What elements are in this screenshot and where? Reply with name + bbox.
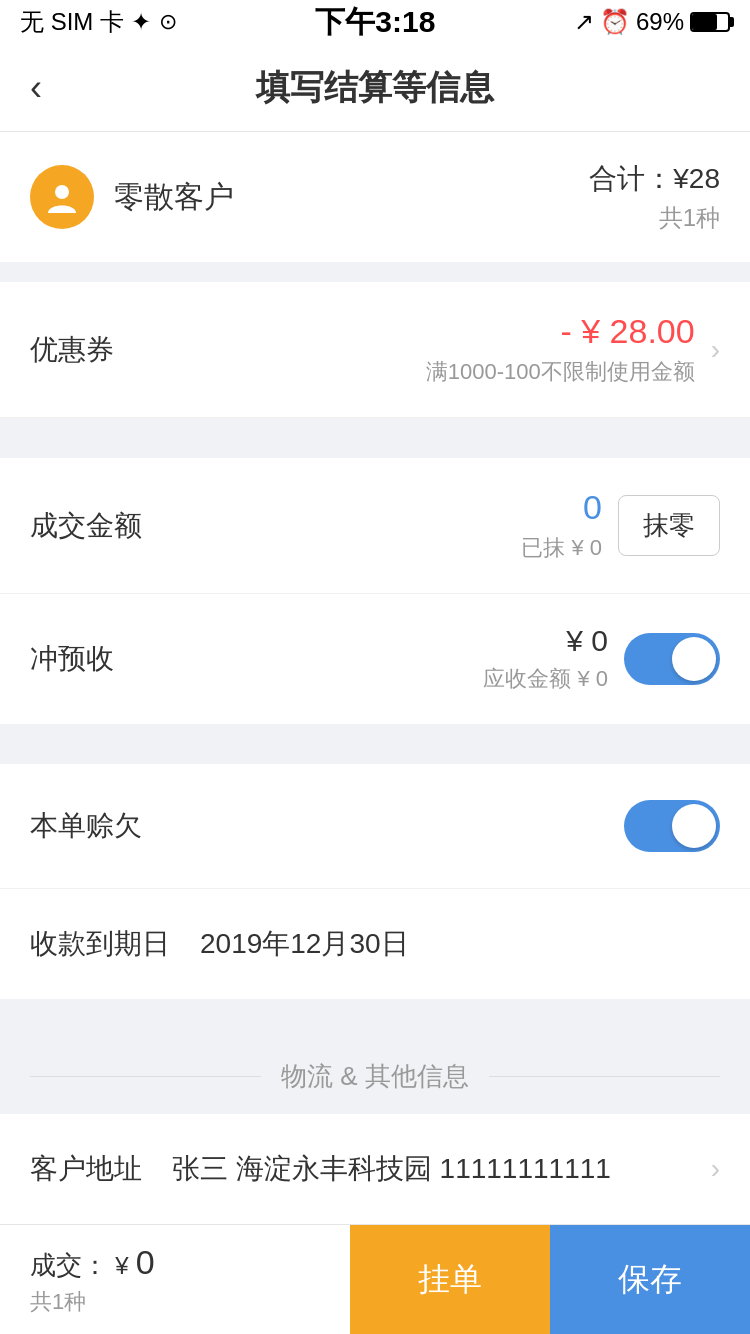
due-date-row: 收款到期日 2019年12月30日: [0, 888, 750, 999]
nav-bar: ‹ 填写结算等信息: [0, 44, 750, 132]
wifi-icon: ⊙: [159, 9, 177, 35]
coupon-desc: 满1000-100不限制使用金额: [426, 357, 695, 387]
credit-toggle-knob: [672, 804, 716, 848]
svg-point-0: [55, 185, 69, 199]
customer-row: 零散客户 合计：¥28 共1种: [0, 132, 750, 262]
back-button[interactable]: ‹: [20, 57, 52, 119]
battery-icon: [690, 12, 730, 32]
prepay-label: 冲预收: [30, 640, 114, 678]
credit-row: 本单赊欠: [0, 764, 750, 888]
bottom-summary: 成交： ¥ 0 共1种: [0, 1243, 350, 1317]
round-button[interactable]: 抹零: [618, 495, 720, 556]
divider-right: [489, 1076, 720, 1077]
due-date-value: 2019年12月30日: [200, 925, 409, 963]
prepay-right: ¥ 0 应收金额 ¥ 0: [483, 624, 720, 694]
section-divider-2: [0, 744, 750, 764]
content: 零散客户 合计：¥28 共1种 优惠券 - ¥ 28.00 满1000-100不…: [0, 132, 750, 1334]
bottom-amount: 成交： ¥ 0: [30, 1243, 320, 1283]
logistics-header: 物流 & 其他信息: [0, 1039, 750, 1114]
status-right: ↗ ⏰ 69%: [574, 8, 730, 36]
deal-amount-row: 成交金额 0 已抹 ¥ 0 抹零: [0, 458, 750, 594]
deal-amount-section: 成交金额 0 已抹 ¥ 0 抹零 冲预收 ¥ 0 应收金额 ¥ 0: [0, 458, 750, 724]
coupon-right: - ¥ 28.00 满1000-100不限制使用金额 ›: [426, 312, 720, 387]
logistics-title: 物流 & 其他信息: [281, 1059, 469, 1094]
divider-left: [30, 1076, 261, 1077]
bottom-value: 0: [136, 1243, 155, 1281]
hold-button[interactable]: 挂单: [350, 1225, 550, 1335]
location-icon: ↗: [574, 8, 594, 36]
deal-amount-value: 0: [521, 488, 602, 527]
coupon-row[interactable]: 优惠券 - ¥ 28.00 满1000-100不限制使用金额 ›: [0, 282, 750, 418]
customer-total: 合计：¥28 共1种: [589, 160, 720, 234]
prepay-sub: 应收金额 ¥ 0: [483, 664, 608, 694]
address-value: 张三 海淀永丰科技园 11111111111: [172, 1150, 711, 1188]
page-title: 填写结算等信息: [256, 65, 494, 111]
prepay-toggle[interactable]: [624, 633, 720, 685]
address-chevron-icon: ›: [711, 1153, 720, 1185]
prepay-row: 冲预收 ¥ 0 应收金额 ¥ 0: [0, 594, 750, 724]
coupon-amount: - ¥ 28.00: [426, 312, 695, 351]
credit-label: 本单赊欠: [30, 807, 142, 845]
save-button[interactable]: 保存: [550, 1225, 750, 1335]
bottom-amount-label: 成交：: [30, 1250, 108, 1280]
toggle-knob: [672, 637, 716, 681]
coupon-info: - ¥ 28.00 满1000-100不限制使用金额: [426, 312, 695, 387]
coupon-label: 优惠券: [30, 331, 114, 369]
address-row[interactable]: 客户地址 张三 海淀永丰科技园 11111111111 ›: [0, 1114, 750, 1224]
total-amount: 合计：¥28: [589, 160, 720, 198]
credit-toggle[interactable]: [624, 800, 720, 852]
status-bar: 无 SIM 卡 ✦ ⊙ 下午3:18 ↗ ⏰ 69%: [0, 0, 750, 44]
battery-percent: 69%: [636, 8, 684, 36]
deal-amount-right: 0 已抹 ¥ 0 抹零: [521, 488, 720, 563]
status-time: 下午3:18: [315, 2, 435, 43]
bottom-bar: 成交： ¥ 0 共1种 挂单 保存: [0, 1224, 750, 1334]
avatar: [30, 165, 94, 229]
alarm-icon: ⏰: [600, 8, 630, 36]
prepay-amount: ¥ 0: [483, 624, 608, 658]
customer-name: 零散客户: [114, 177, 234, 218]
no-sim-label: 无 SIM 卡 ✦: [20, 6, 151, 38]
bottom-count: 共1种: [30, 1287, 320, 1317]
section-divider-3: [0, 1019, 750, 1039]
bottom-currency: ¥: [115, 1252, 128, 1279]
coupon-chevron-icon: ›: [711, 334, 720, 366]
coupon-section: 优惠券 - ¥ 28.00 满1000-100不限制使用金额 ›: [0, 282, 750, 418]
address-section: 客户地址 张三 海淀永丰科技园 11111111111 ›: [0, 1114, 750, 1224]
total-count: 共1种: [589, 202, 720, 234]
deal-amount-label: 成交金额: [30, 507, 142, 545]
due-date-label: 收款到期日: [30, 925, 170, 963]
prepay-col: ¥ 0 应收金额 ¥ 0: [483, 624, 608, 694]
address-label: 客户地址: [30, 1150, 142, 1188]
section-divider-1: [0, 438, 750, 458]
deal-amount-sub: 已抹 ¥ 0: [521, 533, 602, 563]
customer-info: 零散客户: [30, 165, 234, 229]
credit-section: 本单赊欠 收款到期日 2019年12月30日: [0, 764, 750, 999]
status-left: 无 SIM 卡 ✦ ⊙: [20, 6, 177, 38]
deal-amount-col: 0 已抹 ¥ 0: [521, 488, 602, 563]
